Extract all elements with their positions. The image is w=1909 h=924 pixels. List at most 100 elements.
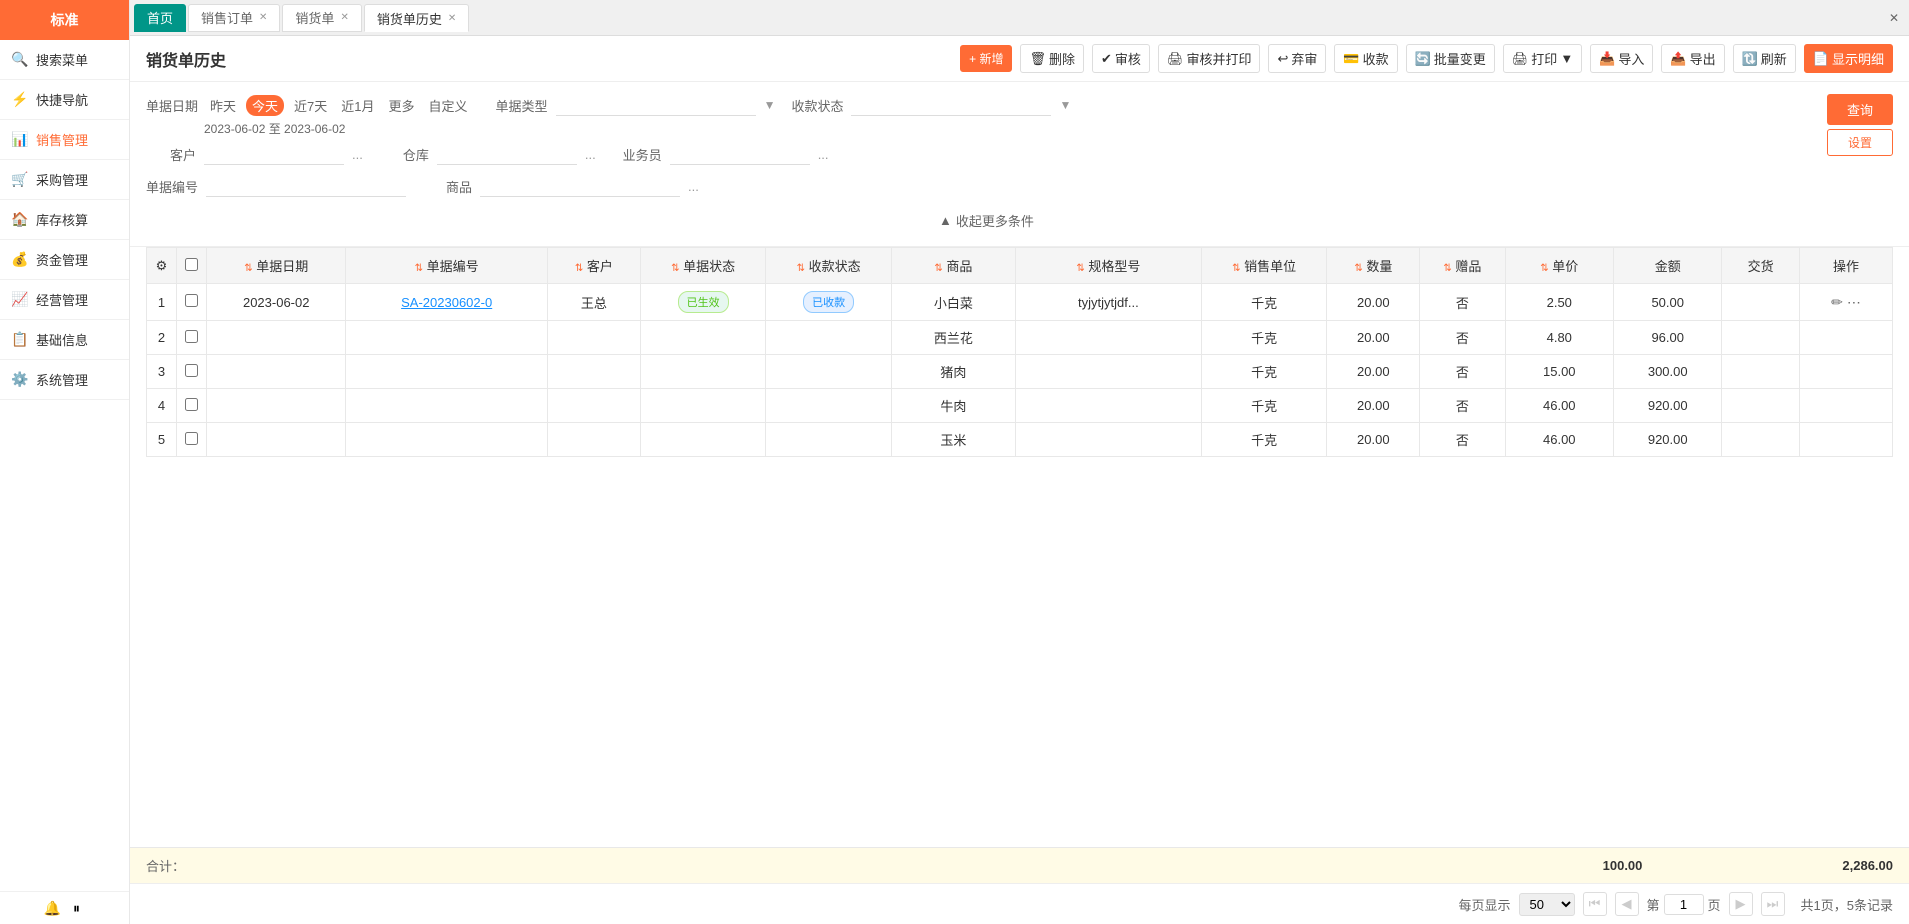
new-button[interactable]: + 新增 bbox=[960, 45, 1012, 72]
date-shortcut-yesterday[interactable]: 昨天 bbox=[206, 95, 240, 116]
th-goods[interactable]: ⇅ 商品 bbox=[891, 248, 1015, 284]
first-page-button[interactable]: ⏮ bbox=[1583, 892, 1607, 916]
doctype-select[interactable] bbox=[556, 94, 756, 116]
audit-print-button[interactable]: 🖨 审核并打印 bbox=[1158, 44, 1261, 73]
th-price[interactable]: ⇅ 单价 bbox=[1505, 248, 1613, 284]
th-unit[interactable]: ⇅ 销售单位 bbox=[1201, 248, 1327, 284]
th-checkbox[interactable] bbox=[177, 248, 207, 284]
sidebar-item-ops[interactable]: 📈 经营管理 bbox=[0, 280, 129, 320]
tab-sales-history-close[interactable]: ✕ bbox=[448, 13, 456, 24]
sidebar-item-inventory[interactable]: 🏠 库存核算 bbox=[0, 200, 129, 240]
row-checkbox[interactable] bbox=[177, 423, 207, 457]
collapse-filter-btn[interactable]: ▲ 收起更多条件 bbox=[927, 207, 1046, 234]
th-date[interactable]: ⇅ 单据日期 bbox=[207, 248, 346, 284]
collect-button[interactable]: 💳 收款 bbox=[1334, 44, 1397, 73]
row-action[interactable]: ✏⋯ bbox=[1799, 284, 1892, 321]
import-button[interactable]: 📥 导入 bbox=[1590, 44, 1653, 73]
row-action[interactable] bbox=[1799, 423, 1892, 457]
row-select-checkbox[interactable] bbox=[185, 330, 198, 343]
sidebar-item-basic-info[interactable]: 📋 基础信息 bbox=[0, 320, 129, 360]
customer-input[interactable] bbox=[204, 143, 344, 165]
th-settings[interactable]: ⚙ bbox=[147, 248, 177, 284]
salesperson-input[interactable] bbox=[670, 143, 810, 165]
sidebar-item-quick-nav[interactable]: ⚡ 快捷导航 bbox=[0, 80, 129, 120]
sidebar-item-label: 销售管理 bbox=[36, 130, 88, 149]
tab-sales-goods[interactable]: 销货单 ✕ bbox=[282, 4, 361, 32]
sidebar-item-search-menu[interactable]: 🔍 搜索菜单 bbox=[0, 40, 129, 80]
sidebar-item-purchase-mgmt[interactable]: 🛒 采购管理 bbox=[0, 160, 129, 200]
row-checkbox[interactable] bbox=[177, 355, 207, 389]
sort-icon: ⇅ bbox=[797, 263, 805, 274]
row-select-checkbox[interactable] bbox=[185, 398, 198, 411]
tab-sales-order-close[interactable]: ✕ bbox=[259, 12, 267, 23]
th-gift[interactable]: ⇅ 赠品 bbox=[1420, 248, 1505, 284]
sidebar-item-system[interactable]: ⚙️ 系统管理 bbox=[0, 360, 129, 400]
delete-row-button[interactable]: ⋯ bbox=[1847, 294, 1861, 311]
next-page-button[interactable]: ▶ bbox=[1729, 892, 1753, 916]
setting-button[interactable]: 设置 bbox=[1827, 129, 1893, 156]
salesperson-picker-btn[interactable]: ... bbox=[818, 147, 829, 162]
query-button[interactable]: 查询 bbox=[1827, 94, 1893, 125]
row-checkbox[interactable] bbox=[177, 321, 207, 355]
pause-icon[interactable]: ⏸ bbox=[69, 900, 85, 916]
docno-input[interactable] bbox=[206, 175, 406, 197]
date-shortcut-7days[interactable]: 近7天 bbox=[290, 95, 331, 116]
row-code[interactable]: SA-20230602-0 bbox=[346, 284, 547, 321]
row-action[interactable] bbox=[1799, 389, 1892, 423]
th-doc-status[interactable]: ⇅ 单据状态 bbox=[640, 248, 766, 284]
audit-button[interactable]: ✔ 审核 bbox=[1092, 44, 1150, 73]
row-action[interactable] bbox=[1799, 321, 1892, 355]
row-checkbox[interactable] bbox=[177, 389, 207, 423]
th-qty[interactable]: ⇅ 数量 bbox=[1327, 248, 1420, 284]
row-action[interactable] bbox=[1799, 355, 1892, 389]
print-button[interactable]: 🖨 打印 ▼ bbox=[1503, 44, 1582, 73]
batch-change-button[interactable]: 🔄 批量变更 bbox=[1406, 44, 1495, 73]
date-shortcut-today[interactable]: 今天 bbox=[246, 95, 284, 116]
date-shortcut-more[interactable]: 更多 bbox=[385, 95, 419, 116]
warehouse-picker-btn[interactable]: ... bbox=[585, 147, 596, 162]
paystatus-select[interactable] bbox=[851, 94, 1051, 116]
warehouse-input[interactable] bbox=[437, 143, 577, 165]
th-spec[interactable]: ⇅ 规格型号 bbox=[1015, 248, 1201, 284]
th-customer[interactable]: ⇅ 客户 bbox=[547, 248, 640, 284]
page-input[interactable] bbox=[1664, 894, 1704, 915]
row-select-checkbox[interactable] bbox=[185, 364, 198, 377]
tab-sales-history[interactable]: 销货单历史 ✕ bbox=[364, 4, 469, 32]
customer-picker-btn[interactable]: ... bbox=[352, 147, 363, 162]
th-pay-status[interactable]: ⇅ 收款状态 bbox=[766, 248, 892, 284]
notification-icon[interactable]: 🔔 bbox=[45, 900, 61, 916]
prev-page-button[interactable]: ◀ bbox=[1615, 892, 1639, 916]
close-all-tabs-button[interactable]: ✕ bbox=[1883, 9, 1905, 27]
select-all-checkbox[interactable] bbox=[185, 258, 198, 271]
edit-row-button[interactable]: ✏ bbox=[1831, 294, 1843, 311]
show-detail-button[interactable]: 📄 显示明细 bbox=[1804, 44, 1893, 73]
goods-input[interactable] bbox=[480, 175, 680, 197]
per-page-select[interactable]: 50 100 200 bbox=[1519, 893, 1575, 916]
sidebar-item-sales-mgmt[interactable]: 📊 销售管理 bbox=[0, 120, 129, 160]
row-select-checkbox[interactable] bbox=[185, 294, 198, 307]
row-unit: 千克 bbox=[1201, 321, 1327, 355]
th-code[interactable]: ⇅ 单据编号 bbox=[346, 248, 547, 284]
abandon-button[interactable]: ↩ 弃审 bbox=[1268, 44, 1326, 73]
export-button[interactable]: 📤 导出 bbox=[1661, 44, 1724, 73]
delete-button[interactable]: 🗑 删除 bbox=[1020, 44, 1084, 73]
th-action: 操作 bbox=[1799, 248, 1892, 284]
tab-sales-order[interactable]: 销售订单 ✕ bbox=[188, 4, 280, 32]
refresh-button[interactable]: 🔃 刷新 bbox=[1733, 44, 1796, 73]
doc-code-link[interactable]: SA-20230602-0 bbox=[401, 295, 492, 310]
row-select-checkbox[interactable] bbox=[185, 432, 198, 445]
table-row: 2西兰花千克20.00否4.8096.00 bbox=[147, 321, 1893, 355]
gear-icon[interactable]: ⚙ bbox=[156, 258, 168, 273]
row-date bbox=[207, 389, 346, 423]
date-shortcut-custom[interactable]: 自定义 bbox=[425, 95, 472, 116]
last-page-button[interactable]: ⏭ bbox=[1761, 892, 1785, 916]
row-doc-status bbox=[640, 389, 766, 423]
date-filter-label: 单据日期 bbox=[146, 96, 198, 115]
date-shortcut-1month[interactable]: 近1月 bbox=[337, 95, 378, 116]
tab-home[interactable]: 首页 bbox=[134, 4, 186, 32]
table-body: 12023-06-02SA-20230602-0王总已生效已收款小白菜tyjyt… bbox=[147, 284, 1893, 457]
row-checkbox[interactable] bbox=[177, 284, 207, 321]
tab-sales-goods-close[interactable]: ✕ bbox=[340, 12, 348, 23]
sidebar-item-finance[interactable]: 💰 资金管理 bbox=[0, 240, 129, 280]
goods-picker-btn[interactable]: ... bbox=[688, 179, 699, 194]
